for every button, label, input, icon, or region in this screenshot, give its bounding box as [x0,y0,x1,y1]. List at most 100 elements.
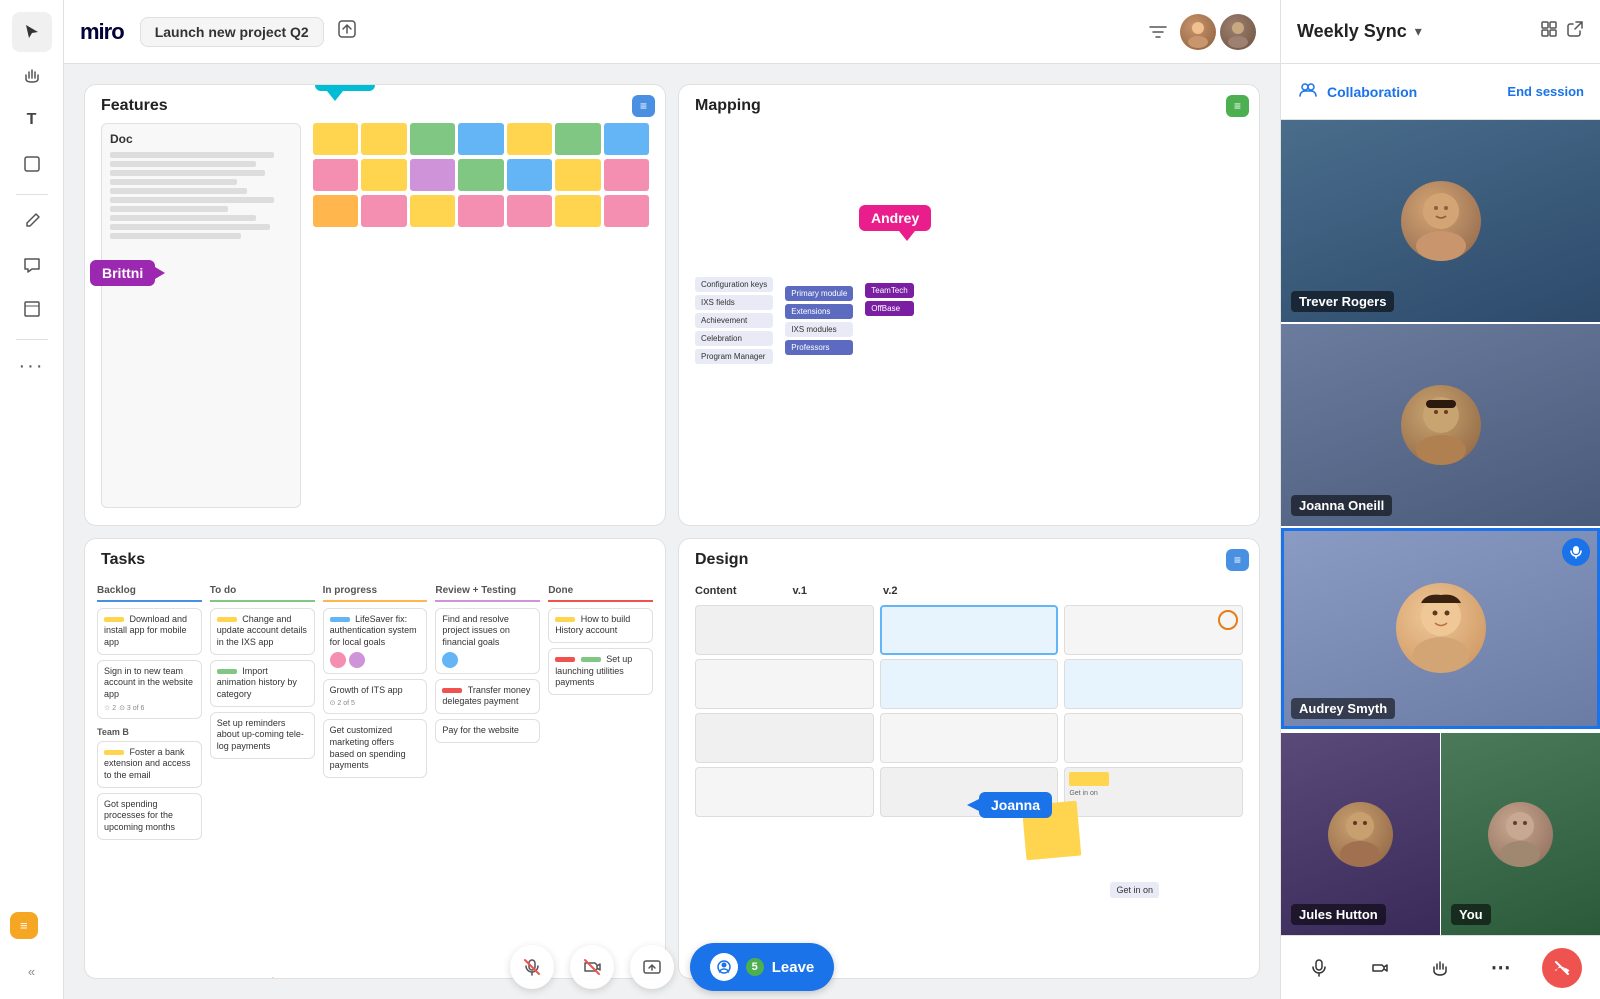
text-tool[interactable]: T [12,100,52,140]
video-cell-jules: Jules Hutton [1281,733,1441,935]
video-name-joanna: Joanna Oneill [1291,495,1392,516]
leave-button[interactable]: 5 Leave [690,943,835,991]
panel-bottom-controls: ⋯ [1281,935,1600,999]
design-section: Design ≡ Content v.1 v.2 [678,538,1260,980]
filter-icon[interactable] [1140,14,1176,50]
kanban-card: Import animation history by category [210,660,315,707]
kanban-card: Download and install app for mobile app [97,608,202,655]
design-v1-label: v.1 [793,585,807,597]
grid-view-icon[interactable] [1540,20,1558,43]
design-menu-btn[interactable]: ≡ [1226,549,1249,571]
card-tag [555,617,575,622]
note-tool[interactable] [12,144,52,184]
panel-actions [1540,20,1584,43]
mapping-area: Configuration keys IXS fields Achievemen… [679,123,1259,518]
kanban-card: Get customized marketing offers based on… [323,719,428,778]
left-toolbar: T ··· ≡ « [0,0,64,999]
toolbar-divider-2 [16,339,48,340]
kanban-board: Backlog Download and install app for mob… [85,577,665,972]
card-tag [104,617,124,622]
video-cell-trever: Trever Rogers [1281,120,1600,324]
active-mic-icon [1562,538,1590,566]
video-name-you: You [1451,904,1491,925]
col-header-backlog: Backlog [97,585,202,602]
participant-count-badge: 5 [746,958,764,976]
video-bottom-row: Jules Hutton You [1281,731,1600,935]
kanban-card: Find and resolve project issues on finan… [435,608,540,674]
more-tools[interactable]: ··· [12,346,52,386]
frame-tool[interactable] [12,289,52,329]
leave-label: Leave [772,959,815,976]
kanban-card: Got spending processes for the upcoming … [97,793,202,840]
toolbar-divider [16,194,48,195]
left-chat-bubble[interactable]: ≡ [10,912,38,939]
hand-tool[interactable] [12,56,52,96]
panel-title: Weekly Sync [1297,21,1407,42]
top-header: miro Launch new project Q2 [64,0,1280,64]
kanban-card: Transfer money delegates payment [435,679,540,714]
panel-header: Weekly Sync ▾ [1281,0,1600,64]
design-content-label: Content [695,585,737,597]
tasks-section: Tasks ≡ Backlog Download and install app… [84,538,666,980]
canvas-area[interactable]: Features ≡ Doc [64,64,1280,999]
collapse-toolbar-btn[interactable]: « [28,964,35,979]
kanban-card: Set up reminders about up-coming tele-lo… [210,712,315,759]
right-panel: Weekly Sync ▾ [1280,0,1600,999]
video-cell-audrey: Audrey Smyth [1281,528,1600,732]
panel-hand-button[interactable] [1420,948,1460,988]
col-header-done: Done [548,585,653,602]
jules-tag: Jules [315,84,375,91]
panel-end-call-button[interactable] [1542,948,1582,988]
video-grid: Trever Rogers Joanna Oneill [1281,120,1600,935]
card-tag [442,688,462,693]
share-icon[interactable] [336,18,358,45]
kanban-col-todo: To do Change and update account details … [210,585,315,964]
comment-tool[interactable] [12,245,52,285]
cursor-tool[interactable] [12,12,52,52]
camera-off-button[interactable] [570,945,614,989]
panel-camera-button[interactable] [1360,948,1400,988]
end-session-button[interactable]: End session [1507,84,1584,99]
video-cell-joanna: Joanna Oneill [1281,324,1600,528]
design-v2-label: v.2 [883,585,897,597]
kanban-col-inprogress: In progress LifeSaver fix: authenticatio… [323,585,428,964]
design-area: Content v.1 v.2 [679,577,1259,972]
mapping-title: Mapping [679,85,1259,123]
mapping-menu-btn[interactable]: ≡ [1226,95,1249,117]
kanban-card: Foster a bank extension and access to th… [97,741,202,788]
screen-share-button[interactable] [630,945,674,989]
col-header-todo: To do [210,585,315,602]
avatar-user-1[interactable] [1180,14,1216,50]
features-title: Features [85,85,665,123]
card-tag [330,617,350,622]
video-name-trever: Trever Rogers [1291,291,1394,312]
design-title: Design [679,539,1259,577]
kanban-card: Change and update account details in the… [210,608,315,655]
panel-dropdown-icon[interactable]: ▾ [1415,23,1422,40]
kanban-col-done: Done How to build History account Set up… [548,585,653,964]
kanban-card: Sign in to new team account in the websi… [97,660,202,719]
features-menu-btn[interactable]: ≡ [632,95,655,117]
card-tag [555,657,575,662]
panel-mic-button[interactable] [1299,948,1339,988]
kanban-col-backlog: Backlog Download and install app for mob… [97,585,202,964]
external-link-icon[interactable] [1566,20,1584,43]
card-tag [104,750,124,755]
bottom-toolbar: 5 Leave [64,935,1280,999]
video-cell-you: You [1441,733,1600,935]
avatar-user-2[interactable] [1220,14,1256,50]
doc-label: Doc [110,132,292,146]
video-name-jules: Jules Hutton [1291,904,1386,925]
tasks-title: Tasks [85,539,665,577]
kanban-card: Pay for the website [435,719,540,743]
andrey-tag: Andrey [859,205,931,231]
joanna-tag: Joanna [979,792,1052,818]
collab-icon [1297,78,1319,106]
card-tag [217,617,237,622]
doc-content [110,152,292,239]
mic-off-button[interactable] [510,945,554,989]
panel-more-button[interactable]: ⋯ [1481,948,1521,988]
pen-tool[interactable] [12,201,52,241]
project-title-button[interactable]: Launch new project Q2 [140,17,324,47]
board-grid: Features ≡ Doc [84,84,1260,979]
